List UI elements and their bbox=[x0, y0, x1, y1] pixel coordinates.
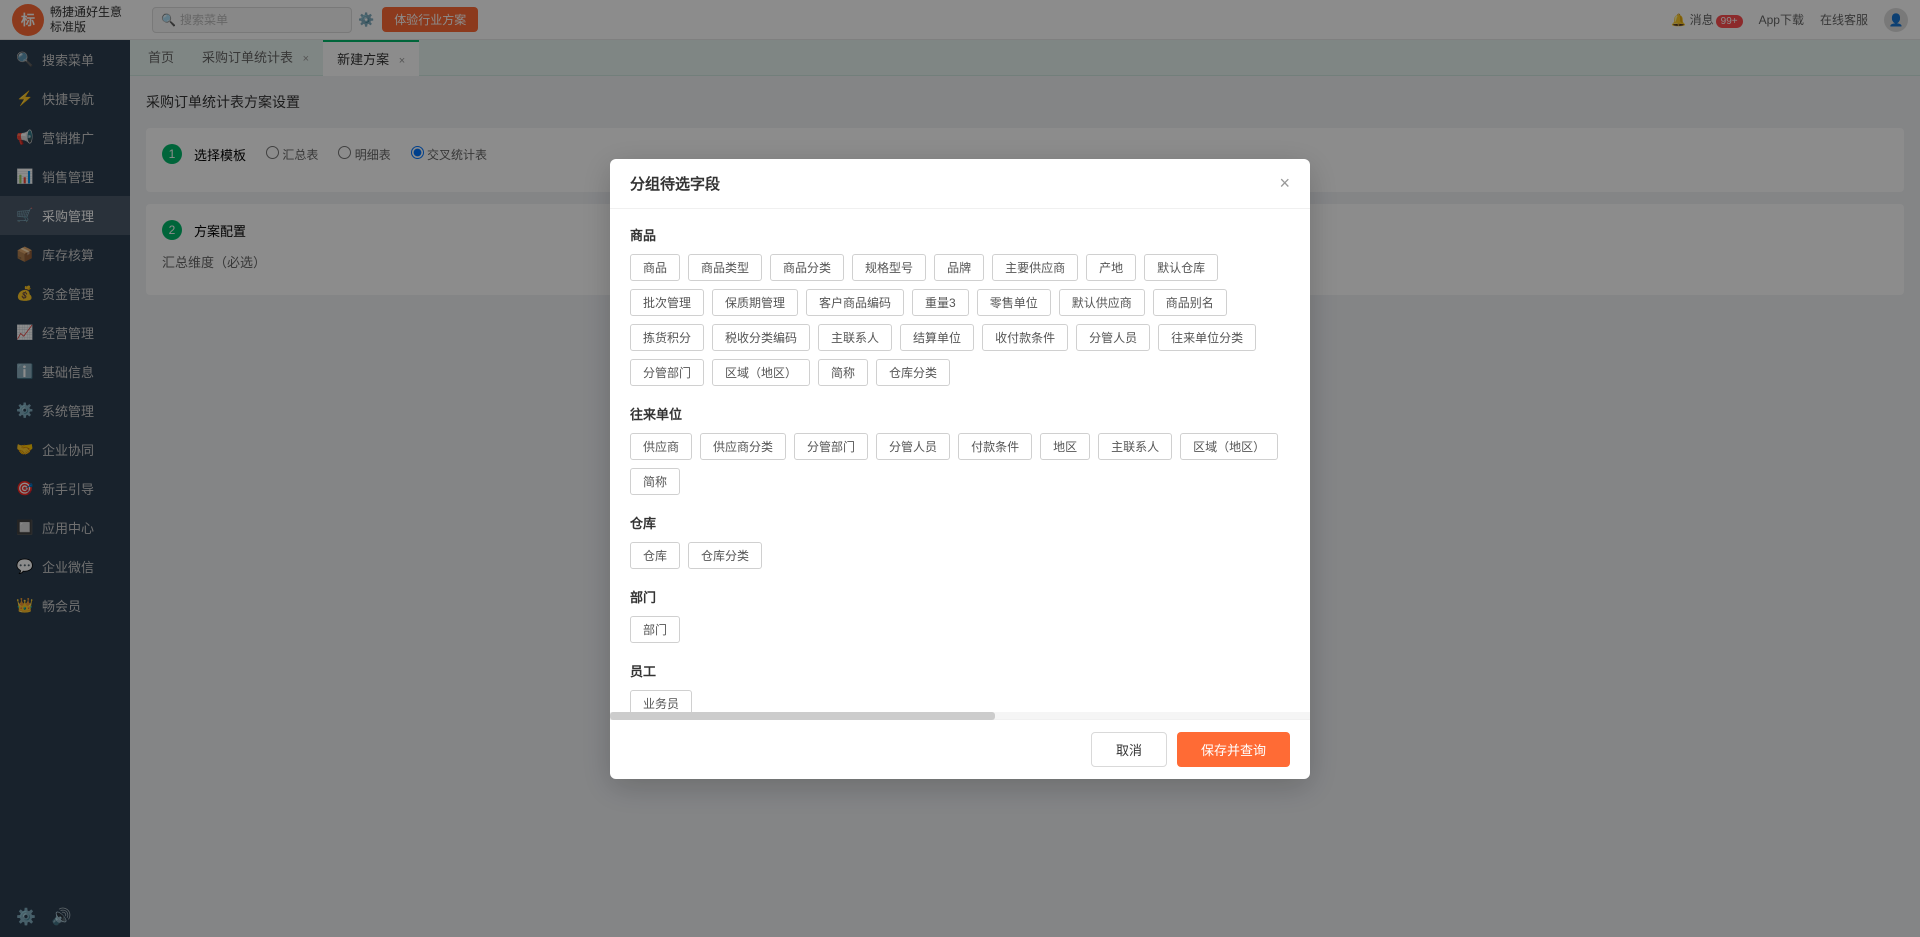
section-label-0: 商品 bbox=[630, 225, 1290, 244]
field-tag-0-14[interactable]: 商品别名 bbox=[1153, 289, 1227, 316]
section-label-3: 部门 bbox=[630, 587, 1290, 606]
section-label-1: 往来单位 bbox=[630, 404, 1290, 423]
field-tag-4-0[interactable]: 业务员 bbox=[630, 690, 692, 713]
field-tag-0-1[interactable]: 商品类型 bbox=[688, 254, 762, 281]
field-tag-0-16[interactable]: 税收分类编码 bbox=[712, 324, 810, 351]
field-tag-1-8[interactable]: 简称 bbox=[630, 468, 680, 495]
field-tag-0-12[interactable]: 零售单位 bbox=[977, 289, 1051, 316]
field-tag-0-3[interactable]: 规格型号 bbox=[852, 254, 926, 281]
dialog-body: 商品商品商品类型商品分类规格型号品牌主要供应商产地默认仓库批次管理保质期管理客户… bbox=[610, 209, 1310, 713]
field-tag-1-7[interactable]: 区域（地区） bbox=[1180, 433, 1278, 460]
field-tag-3-0[interactable]: 部门 bbox=[630, 616, 680, 643]
field-tag-0-5[interactable]: 主要供应商 bbox=[992, 254, 1078, 281]
field-tag-0-2[interactable]: 商品分类 bbox=[770, 254, 844, 281]
field-tags-1: 供应商供应商分类分管部门分管人员付款条件地区主联系人区域（地区） 简称 bbox=[630, 433, 1290, 495]
field-tag-0-19[interactable]: 收付款条件 bbox=[982, 324, 1068, 351]
field-selection-dialog: 分组待选字段 × 商品商品商品类型商品分类规格型号品牌主要供应商产地默认仓库批次… bbox=[610, 159, 1310, 779]
horizontal-scrollbar[interactable] bbox=[610, 712, 1310, 718]
field-tag-0-13[interactable]: 默认供应商 bbox=[1059, 289, 1145, 316]
field-section-0: 商品商品商品类型商品分类规格型号品牌主要供应商产地默认仓库批次管理保质期管理客户… bbox=[630, 225, 1290, 386]
field-tag-0-4[interactable]: 品牌 bbox=[934, 254, 984, 281]
field-tags-0: 商品商品类型商品分类规格型号品牌主要供应商产地默认仓库批次管理保质期管理客户商品… bbox=[630, 254, 1290, 386]
field-tag-0-7[interactable]: 默认仓库 bbox=[1144, 254, 1218, 281]
field-section-3: 部门部门 bbox=[630, 587, 1290, 643]
horizontal-scrollbar-thumb bbox=[610, 712, 995, 720]
dialog-close-btn[interactable]: × bbox=[1279, 174, 1290, 192]
cancel-button[interactable]: 取消 bbox=[1091, 732, 1167, 767]
field-tag-0-11[interactable]: 重量3 bbox=[912, 289, 969, 316]
section-label-4: 员工 bbox=[630, 661, 1290, 680]
field-tag-1-1[interactable]: 供应商分类 bbox=[700, 433, 786, 460]
field-tag-1-2[interactable]: 分管部门 bbox=[794, 433, 868, 460]
field-tag-0-9[interactable]: 保质期管理 bbox=[712, 289, 798, 316]
dialog-overlay: 分组待选字段 × 商品商品商品类型商品分类规格型号品牌主要供应商产地默认仓库批次… bbox=[0, 0, 1920, 937]
field-tag-0-15[interactable]: 拣货积分 bbox=[630, 324, 704, 351]
field-tag-1-5[interactable]: 地区 bbox=[1040, 433, 1090, 460]
field-tag-0-0[interactable]: 商品 bbox=[630, 254, 680, 281]
field-tag-2-1[interactable]: 仓库分类 bbox=[688, 542, 762, 569]
save-button[interactable]: 保存并查询 bbox=[1177, 732, 1290, 767]
field-tag-0-23[interactable]: 区域（地区） bbox=[712, 359, 810, 386]
field-tags-4: 业务员 bbox=[630, 690, 1290, 713]
field-tag-0-20[interactable]: 分管人员 bbox=[1076, 324, 1150, 351]
field-tag-0-25[interactable]: 仓库分类 bbox=[876, 359, 950, 386]
dialog-header: 分组待选字段 × bbox=[610, 159, 1310, 209]
field-tag-0-17[interactable]: 主联系人 bbox=[818, 324, 892, 351]
field-tag-2-0[interactable]: 仓库 bbox=[630, 542, 680, 569]
dialog-title: 分组待选字段 bbox=[630, 173, 720, 194]
field-tags-2: 仓库仓库分类 bbox=[630, 542, 1290, 569]
field-tag-0-24[interactable]: 简称 bbox=[818, 359, 868, 386]
field-tag-1-4[interactable]: 付款条件 bbox=[958, 433, 1032, 460]
field-section-2: 仓库仓库仓库分类 bbox=[630, 513, 1290, 569]
field-tag-0-22[interactable]: 分管部门 bbox=[630, 359, 704, 386]
field-tag-1-0[interactable]: 供应商 bbox=[630, 433, 692, 460]
field-tag-0-21[interactable]: 往来单位分类 bbox=[1158, 324, 1256, 351]
section-label-2: 仓库 bbox=[630, 513, 1290, 532]
field-tag-0-8[interactable]: 批次管理 bbox=[630, 289, 704, 316]
field-tags-3: 部门 bbox=[630, 616, 1290, 643]
field-section-4: 员工业务员 bbox=[630, 661, 1290, 713]
dialog-footer: 取消 保存并查询 bbox=[610, 719, 1310, 779]
field-section-1: 往来单位供应商供应商分类分管部门分管人员付款条件地区主联系人区域（地区） 简称 bbox=[630, 404, 1290, 495]
field-tag-0-6[interactable]: 产地 bbox=[1086, 254, 1136, 281]
field-tag-1-6[interactable]: 主联系人 bbox=[1098, 433, 1172, 460]
field-tag-1-3[interactable]: 分管人员 bbox=[876, 433, 950, 460]
field-tag-0-18[interactable]: 结算单位 bbox=[900, 324, 974, 351]
field-tag-0-10[interactable]: 客户商品编码 bbox=[806, 289, 904, 316]
